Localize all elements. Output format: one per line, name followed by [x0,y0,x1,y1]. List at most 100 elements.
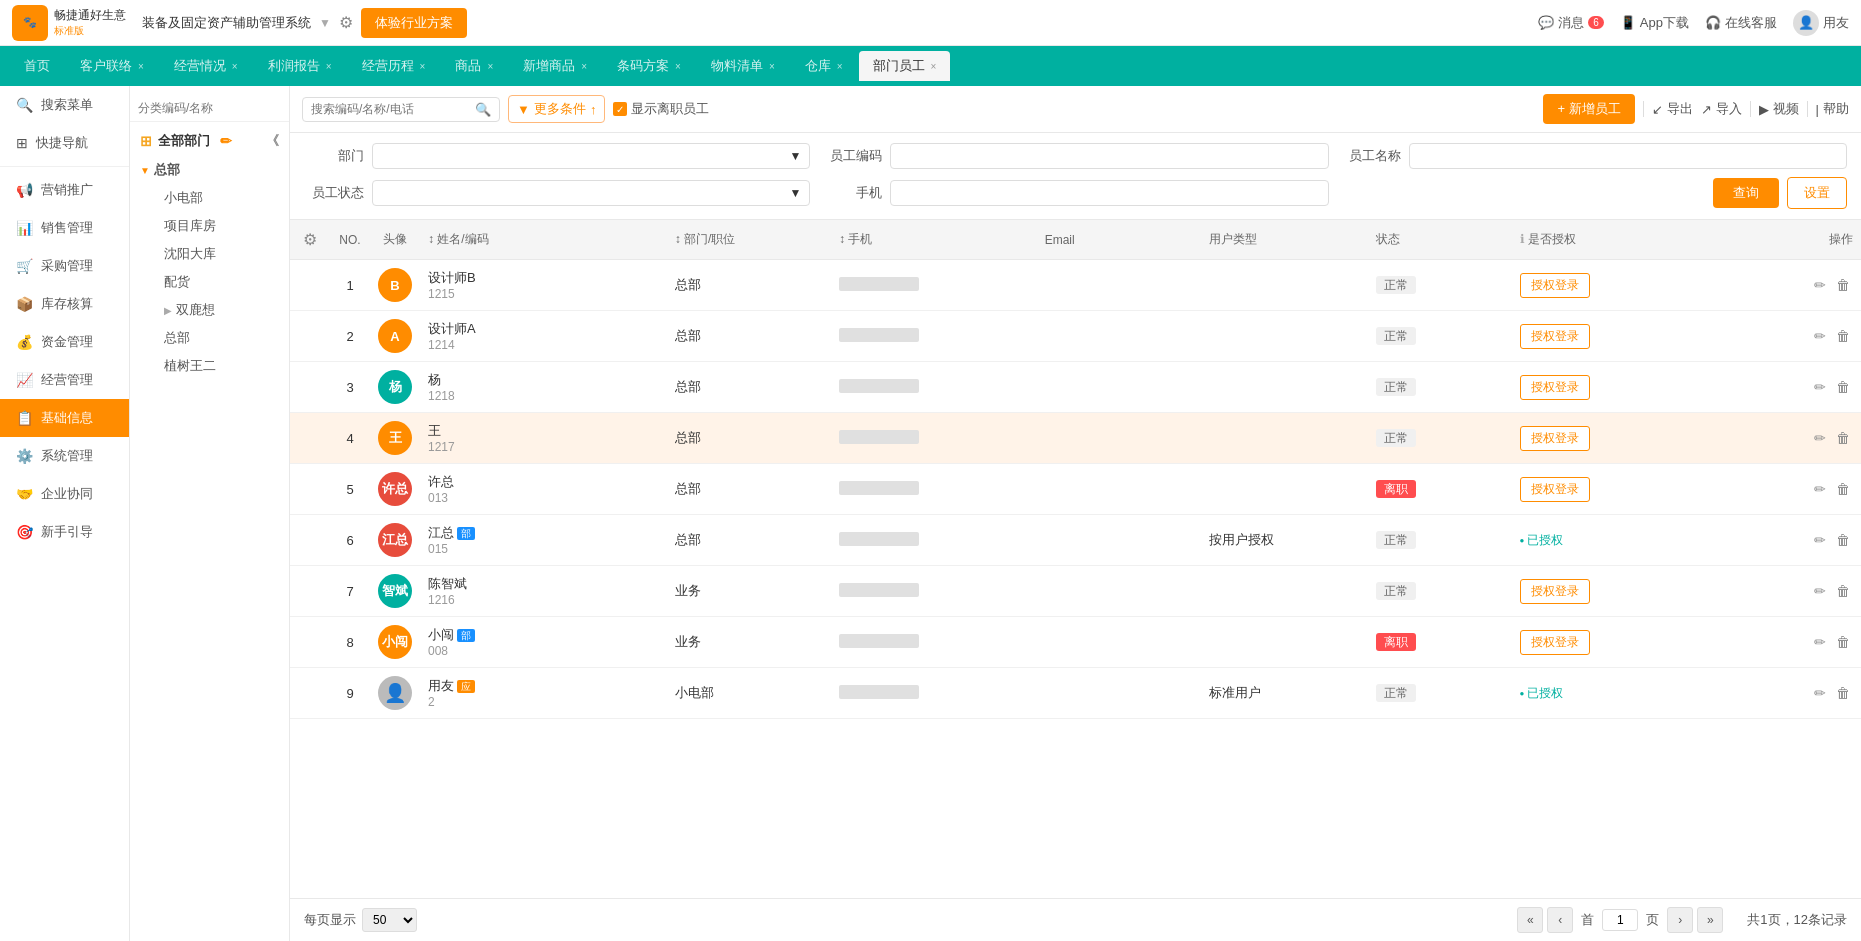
auth-button[interactable]: 授权登录 [1520,579,1590,604]
video-button[interactable]: ▶ 视频 [1759,100,1799,118]
edit-button[interactable]: ✏ [1814,328,1826,344]
edit-button[interactable]: ✏ [1814,379,1826,395]
auth-button[interactable]: 授权登录 [1520,426,1590,451]
app-download-btn[interactable]: 📱 App下载 [1620,14,1689,32]
export-button[interactable]: ↙ 导出 [1652,100,1693,118]
edit-button[interactable]: ✏ [1814,277,1826,293]
edit-button[interactable]: ✏ [1814,583,1826,599]
row-dept-cell: 小电部 [667,668,831,719]
search-submit-icon[interactable]: 🔍 [475,102,491,117]
purchase-icon: 🛒 [16,258,33,274]
col-settings[interactable]: ⚙ [290,220,330,260]
tab-business-status[interactable]: 经营情况 × [160,51,252,81]
filter-emp-name-input[interactable] [1409,143,1847,169]
dept-edit-icon[interactable]: ✏ [220,133,232,149]
trial-button[interactable]: 体验行业方案 [361,8,467,38]
sidebar-item-search[interactable]: 🔍 搜索菜单 [0,86,129,124]
dept-node-shenyangdaku[interactable]: 沈阳大库 [144,240,289,268]
tab-goods[interactable]: 商品 × [441,51,507,81]
edit-button[interactable]: ✏ [1814,430,1826,446]
chevron-down-icon-2: ▼ [789,186,801,200]
col-dept-header[interactable]: ↕ 部门/职位 [667,220,831,260]
delete-button[interactable]: 🗑 [1836,379,1850,395]
set-button[interactable]: 设置 [1787,177,1847,209]
help-button[interactable]: | 帮助 [1816,100,1849,118]
dept-search-input[interactable] [138,101,288,115]
dept-node-zhishu[interactable]: 植树王二 [144,352,289,380]
delete-button[interactable]: 🗑 [1836,634,1850,650]
delete-button[interactable]: 🗑 [1836,328,1850,344]
sidebar-item-quick-nav[interactable]: ⊞ 快捷导航 [0,124,129,162]
delete-button[interactable]: 🗑 [1836,430,1850,446]
per-page-select[interactable]: 50 100 200 [362,908,417,932]
sidebar-item-marketing[interactable]: 📢 营销推广 [0,171,129,209]
employee-code: 1218 [428,389,659,403]
add-employee-button[interactable]: + 新增员工 [1543,94,1634,124]
dept-node-shuanglu[interactable]: ▶ 双鹿想 [144,296,289,324]
auth-button[interactable]: 授权登录 [1520,375,1590,400]
tab-new-goods[interactable]: 新增商品 × [509,51,601,81]
sidebar-item-basic[interactable]: 📋 基础信息 [0,399,129,437]
dept-node-zongbu-root[interactable]: ▼ 总部 [130,156,289,184]
filter-dept-select[interactable]: ▼ [372,143,810,169]
delete-button[interactable]: 🗑 [1836,277,1850,293]
import-button[interactable]: ↗ 导入 [1701,100,1742,118]
last-page-button[interactable]: » [1697,907,1723,933]
next-page-button[interactable]: › [1667,907,1693,933]
edit-button[interactable]: ✏ [1814,685,1826,701]
dropdown-icon[interactable]: ▼ [319,16,331,30]
online-service-btn[interactable]: 🎧 在线客服 [1705,14,1777,32]
auth-button[interactable]: 授权登录 [1520,630,1590,655]
tab-barcode[interactable]: 条码方案 × [603,51,695,81]
sidebar-item-purchase[interactable]: 🛒 采购管理 [0,247,129,285]
content-area: 🔍 ⊞ 全部部门 ✏ 《 ▼ 总部 小电部 项目库房 沈阳大库 配货 ▶ 双鹿想 [130,86,1861,941]
search-input[interactable] [311,102,471,116]
user-btn[interactable]: 👤 用友 [1793,10,1849,36]
edit-button[interactable]: ✏ [1814,532,1826,548]
tab-bom[interactable]: 物料清单 × [697,51,789,81]
filter-phone-input[interactable] [890,180,1328,206]
sidebar-item-business[interactable]: 📈 经营管理 [0,361,129,399]
row-name-cell: 王 1217 [420,413,667,464]
tab-customer[interactable]: 客户联络 × [66,51,158,81]
delete-button[interactable]: 🗑 [1836,685,1850,701]
prev-page-button[interactable]: ‹ [1547,907,1573,933]
dept-node-xiaodibu[interactable]: 小电部 [144,184,289,212]
message-btn[interactable]: 💬 消息 6 [1538,14,1604,32]
dept-node-peihuo[interactable]: 配货 [144,268,289,296]
edit-button[interactable]: ✏ [1814,634,1826,650]
sidebar-item-system[interactable]: ⚙️ 系统管理 [0,437,129,475]
sidebar-item-coop[interactable]: 🤝 企业协同 [0,475,129,513]
table-settings-icon[interactable]: ⚙ [303,231,317,248]
col-phone-header[interactable]: ↕ 手机 [831,220,1037,260]
row-phone-cell [831,362,1037,413]
sidebar-item-guide[interactable]: 🎯 新手引导 [0,513,129,551]
settings-icon[interactable]: ⚙ [339,13,353,32]
page-input[interactable] [1602,909,1638,931]
tab-business-history[interactable]: 经营历程 × [348,51,440,81]
more-filter-button[interactable]: ▼ 更多条件 ↑ [508,95,605,123]
show-inactive-toggle[interactable]: ✓ 显示离职员工 [613,100,709,118]
first-page-button[interactable]: « [1517,907,1543,933]
auth-button[interactable]: 授权登录 [1520,273,1590,298]
dept-node-xiangmukufang[interactable]: 项目库房 [144,212,289,240]
auth-button[interactable]: 授权登录 [1520,477,1590,502]
tab-profit[interactable]: 利润报告 × [254,51,346,81]
auth-button[interactable]: 授权登录 [1520,324,1590,349]
delete-button[interactable]: 🗑 [1836,532,1850,548]
delete-button[interactable]: 🗑 [1836,583,1850,599]
tab-warehouse[interactable]: 仓库 × [791,51,857,81]
query-button[interactable]: 查询 [1713,178,1779,208]
sidebar-item-finance[interactable]: 💰 资金管理 [0,323,129,361]
tab-employees[interactable]: 部门员工 × [859,51,951,81]
filter-emp-code-input[interactable] [890,143,1328,169]
sidebar-item-sales[interactable]: 📊 销售管理 [0,209,129,247]
col-name-header[interactable]: ↕ 姓名/编码 [420,220,667,260]
tab-home[interactable]: 首页 [10,51,64,81]
delete-button[interactable]: 🗑 [1836,481,1850,497]
dept-collapse-icon[interactable]: 《 [266,132,279,150]
filter-emp-status-select[interactable]: ▼ [372,180,810,206]
sidebar-item-inventory[interactable]: 📦 库存核算 [0,285,129,323]
dept-node-zongbu-sub[interactable]: 总部 [144,324,289,352]
edit-button[interactable]: ✏ [1814,481,1826,497]
